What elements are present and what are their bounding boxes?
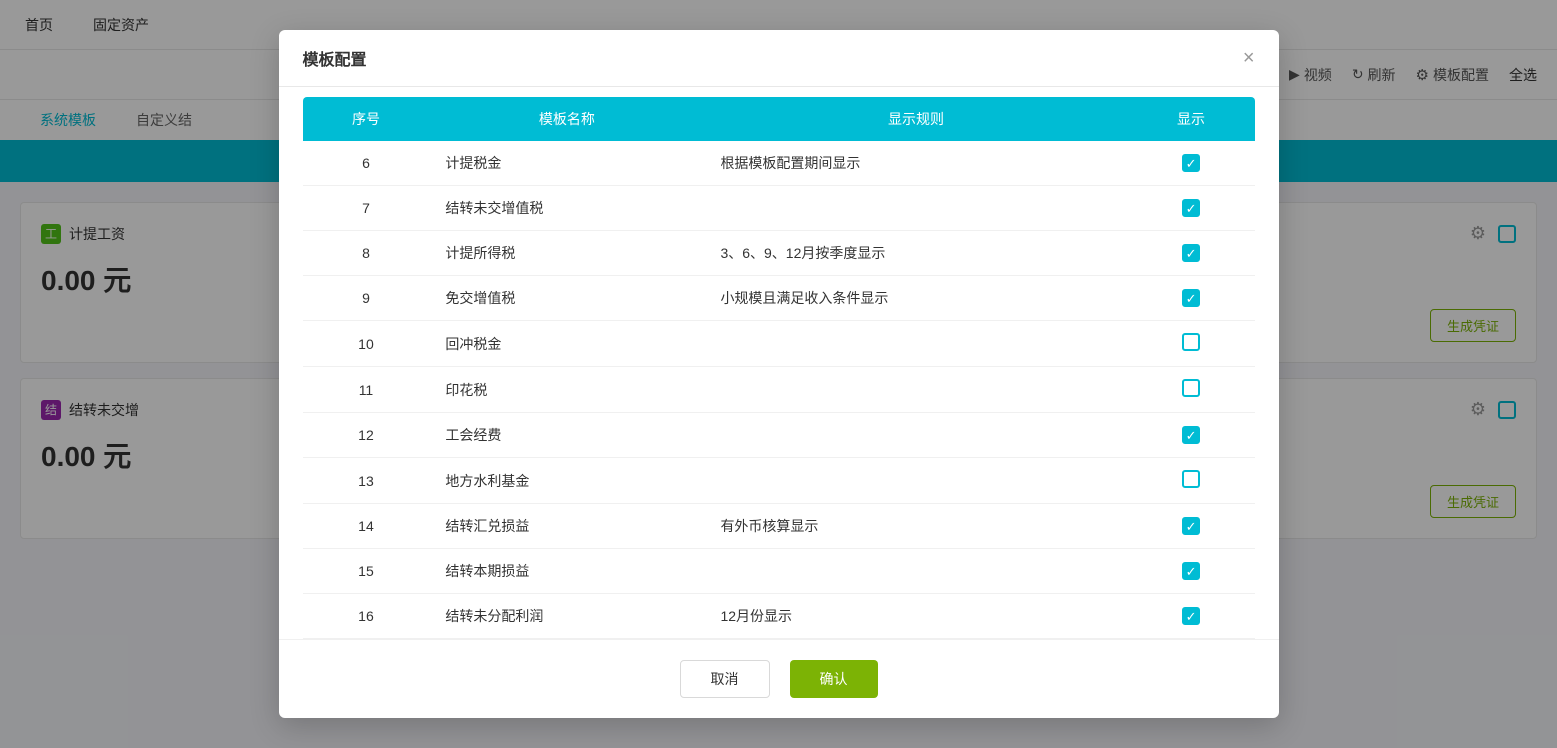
col-header-show: 显示 [1128,97,1255,141]
cell-row-id: 15 [303,549,430,594]
cancel-button[interactable]: 取消 [680,660,770,698]
template-config-modal: 模板配置 × 序号 模板名称 显示规则 显示 6计提税金根据模板配置期间显示7结… [279,30,1279,718]
cell-row-checkbox [1128,141,1255,186]
table-row: 6计提税金根据模板配置期间显示 [303,141,1255,186]
row-checkbox-16[interactable] [1182,607,1200,625]
cell-row-name: 计提税金 [429,141,704,186]
table-row: 7结转未交增值税 [303,186,1255,231]
cell-row-checkbox [1128,413,1255,458]
cell-row-checkbox [1128,594,1255,639]
cell-row-checkbox [1128,321,1255,367]
cell-row-checkbox [1128,231,1255,276]
row-checkbox-12[interactable] [1182,426,1200,444]
cell-row-name: 结转未分配利润 [429,594,704,639]
config-table: 序号 模板名称 显示规则 显示 6计提税金根据模板配置期间显示7结转未交增值税8… [303,97,1255,639]
modal-title: 模板配置 [303,46,367,70]
cell-row-id: 13 [303,458,430,504]
modal-close-button[interactable]: × [1243,48,1255,68]
cell-row-name: 工会经费 [429,413,704,458]
table-body: 6计提税金根据模板配置期间显示7结转未交增值税8计提所得税3、6、9、12月按季… [303,141,1255,639]
cell-row-rule [704,321,1127,367]
col-header-name: 模板名称 [429,97,704,141]
cell-row-rule [704,367,1127,413]
cell-row-name: 回冲税金 [429,321,704,367]
modal-header: 模板配置 × [279,30,1279,87]
table-header-row: 序号 模板名称 显示规则 显示 [303,97,1255,141]
cell-row-rule [704,458,1127,504]
confirm-button[interactable]: 确认 [790,660,878,698]
cell-row-id: 11 [303,367,430,413]
row-checkbox-7[interactable] [1182,199,1200,217]
cell-row-checkbox [1128,276,1255,321]
cell-row-name: 结转汇兑损益 [429,504,704,549]
cell-row-rule: 小规模且满足收入条件显示 [704,276,1127,321]
table-row: 12工会经费 [303,413,1255,458]
row-checkbox-8[interactable] [1182,244,1200,262]
cell-row-checkbox [1128,458,1255,504]
table-row: 14结转汇兑损益有外币核算显示 [303,504,1255,549]
table-row: 11印花税 [303,367,1255,413]
table-row: 13地方水利基金 [303,458,1255,504]
row-checkbox-11[interactable] [1182,379,1200,397]
table-row: 16结转未分配利润12月份显示 [303,594,1255,639]
cell-row-name: 结转未交增值税 [429,186,704,231]
modal-footer: 取消 确认 [279,639,1279,718]
modal-overlay: 模板配置 × 序号 模板名称 显示规则 显示 6计提税金根据模板配置期间显示7结… [0,0,1557,748]
modal-body: 序号 模板名称 显示规则 显示 6计提税金根据模板配置期间显示7结转未交增值税8… [279,87,1279,639]
cell-row-rule [704,186,1127,231]
cell-row-id: 14 [303,504,430,549]
cell-row-rule [704,413,1127,458]
cell-row-name: 免交增值税 [429,276,704,321]
cell-row-rule: 有外币核算显示 [704,504,1127,549]
cell-row-id: 6 [303,141,430,186]
cell-row-id: 7 [303,186,430,231]
row-checkbox-14[interactable] [1182,517,1200,535]
cell-row-id: 16 [303,594,430,639]
cell-row-name: 印花税 [429,367,704,413]
table-row: 9免交增值税小规模且满足收入条件显示 [303,276,1255,321]
cell-row-id: 12 [303,413,430,458]
cell-row-rule: 根据模板配置期间显示 [704,141,1127,186]
col-header-index: 序号 [303,97,430,141]
cell-row-id: 8 [303,231,430,276]
cell-row-id: 9 [303,276,430,321]
cell-row-checkbox [1128,549,1255,594]
col-header-rule: 显示规则 [704,97,1127,141]
cell-row-rule [704,549,1127,594]
cell-row-rule: 12月份显示 [704,594,1127,639]
cell-row-rule: 3、6、9、12月按季度显示 [704,231,1127,276]
cell-row-name: 结转本期损益 [429,549,704,594]
table-row: 10回冲税金 [303,321,1255,367]
row-checkbox-15[interactable] [1182,562,1200,580]
row-checkbox-9[interactable] [1182,289,1200,307]
row-checkbox-6[interactable] [1182,154,1200,172]
table-row: 15结转本期损益 [303,549,1255,594]
cell-row-checkbox [1128,186,1255,231]
row-checkbox-10[interactable] [1182,333,1200,351]
cell-row-checkbox [1128,367,1255,413]
cell-row-name: 地方水利基金 [429,458,704,504]
table-row: 8计提所得税3、6、9、12月按季度显示 [303,231,1255,276]
cell-row-name: 计提所得税 [429,231,704,276]
cell-row-id: 10 [303,321,430,367]
cell-row-checkbox [1128,504,1255,549]
row-checkbox-13[interactable] [1182,470,1200,488]
